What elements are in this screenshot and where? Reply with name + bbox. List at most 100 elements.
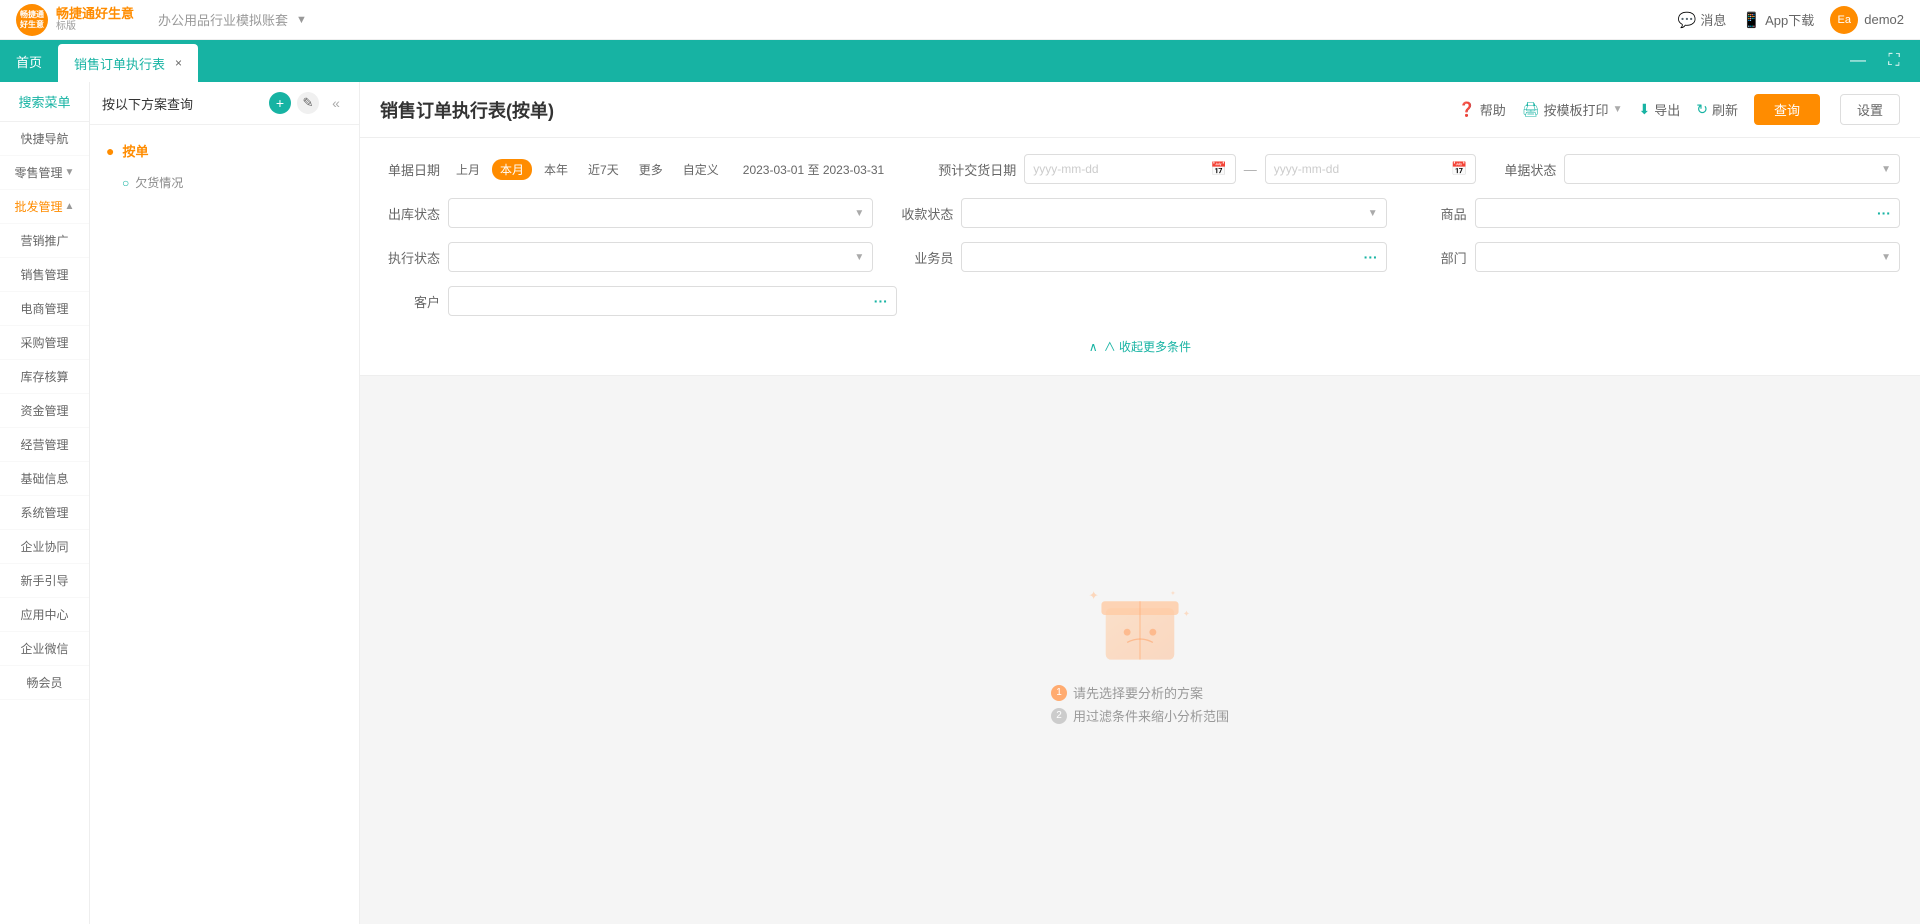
content: 按以下方案查询 + ✎ « ● 按单 ○ 欠货情况 (90, 82, 1920, 924)
right-panel-header: 销售订单执行表(按单) ❓ 帮助 🖨 按模板打印 ▼ ⬇ 导出 (360, 82, 1920, 138)
filter-field-expected-date: 预计交货日期 yyyy-mm-dd 📅 — yyyy-mm-dd 📅 (938, 154, 1476, 184)
wholesale-arrow: ▲ (65, 201, 75, 212)
filter-label-按单: 按单 (122, 141, 148, 160)
collapse-filter-button[interactable]: ∧ ∧ 收起更多条件 (380, 330, 1900, 363)
sidebar-item-wholesale[interactable]: 批发管理 ▲ (0, 190, 89, 224)
sidebar: 搜索菜单 快捷导航 零售管理 ▼ 批发管理 ▲ 营销推广 销售管理 电商管理 采… (0, 82, 90, 924)
svg-text:✦: ✦ (1089, 589, 1099, 603)
filter-row-4: 客户 ··· (380, 286, 1900, 316)
date-opt-上月[interactable]: 上月 (448, 159, 488, 180)
calendar-icon-end[interactable]: 📅 (1451, 161, 1467, 177)
product-label: 商品 (1407, 204, 1467, 223)
date-separator: — (1244, 162, 1257, 177)
product-ellipsis[interactable]: ··· (1877, 205, 1891, 221)
date-label: 单据日期 (380, 160, 440, 179)
filter-field-date: 单据日期 上月 本月 本年 近7天 更多 自定义 2023-03-01 至 20… (380, 159, 918, 180)
sidebar-item-enterprise[interactable]: 企业协同 (0, 530, 89, 564)
filter-item-按单[interactable]: ● 按单 (90, 133, 359, 168)
calendar-icon-start[interactable]: 📅 (1211, 161, 1227, 177)
payment-status-select[interactable]: ▼ (961, 198, 1386, 228)
salesperson-ellipsis[interactable]: ··· (1364, 249, 1378, 265)
step1-text: 请先选择要分析的方案 (1073, 683, 1203, 702)
message-btn[interactable]: 💬 消息 (1678, 10, 1727, 29)
doc-status-select[interactable]: ▼ (1564, 154, 1900, 184)
search-button[interactable]: 查询 (1754, 94, 1820, 125)
tab-sales-order[interactable]: 销售订单执行表 × (58, 44, 198, 82)
active-tab-label: 销售订单执行表 (74, 54, 165, 73)
sidebar-item-ecom[interactable]: 电商管理 (0, 292, 89, 326)
sidebar-item-purchase[interactable]: 采购管理 (0, 326, 89, 360)
help-button[interactable]: ❓ 帮助 (1458, 100, 1505, 119)
print-icon: 🖨 (1522, 101, 1540, 118)
date-opt-自定义[interactable]: 自定义 (675, 159, 727, 180)
filter-sub-欠货情况[interactable]: ○ 欠货情况 (90, 168, 359, 197)
date-range-text: 2023-03-01 至 2023-03-31 (743, 161, 884, 178)
refresh-button[interactable]: ↻ 刷新 (1696, 100, 1738, 119)
date-opt-本年[interactable]: 本年 (536, 159, 576, 180)
add-filter-button[interactable]: + (269, 92, 291, 114)
step1-num: 1 (1051, 685, 1067, 701)
topbar-right: 💬 消息 📱 App下载 Ea demo2 (1678, 6, 1904, 34)
tab-maximize-icon[interactable]: ⛶ (1880, 47, 1908, 75)
step2-num: 2 (1051, 708, 1067, 724)
payment-status-label: 收款状态 (893, 204, 953, 223)
execution-status-select[interactable]: ▼ (448, 242, 873, 272)
date-opt-近7天[interactable]: 近7天 (580, 159, 627, 180)
collapse-panel-button[interactable]: « (325, 92, 347, 114)
date-opt-更多[interactable]: 更多 (631, 159, 671, 180)
sidebar-item-shortcuts[interactable]: 快捷导航 (0, 122, 89, 156)
sidebar-item-sales[interactable]: 销售管理 (0, 258, 89, 292)
expected-date-start[interactable]: yyyy-mm-dd 📅 (1024, 154, 1236, 184)
doc-status-arrow: ▼ (1881, 164, 1891, 175)
sidebar-item-apps[interactable]: 应用中心 (0, 598, 89, 632)
sidebar-item-system[interactable]: 系统管理 (0, 496, 89, 530)
topbar-app-name: 畅捷通好生意 (56, 6, 134, 22)
print-dropdown-icon[interactable]: ▼ (1613, 104, 1623, 115)
expected-date-end[interactable]: yyyy-mm-dd 📅 (1265, 154, 1477, 184)
empty-state: ✦ ✦ ✦ 1 请先选择要分析的方案 2 (1051, 571, 1229, 729)
delivery-status-select[interactable]: ▼ (448, 198, 873, 228)
sidebar-item-finance[interactable]: 资金管理 (0, 394, 89, 428)
svg-text:✦: ✦ (1170, 589, 1176, 597)
breadcrumb-arrow[interactable]: ▼ (296, 14, 307, 26)
left-panel-title: 按以下方案查询 (102, 94, 193, 113)
breadcrumb: 办公用品行业模拟账套 (158, 10, 288, 29)
filter-field-customer: 客户 ··· (380, 286, 897, 316)
customer-ellipsis[interactable]: ··· (874, 293, 888, 309)
tab-home[interactable]: 首页 (0, 40, 58, 82)
sidebar-item-basic[interactable]: 基础信息 (0, 462, 89, 496)
topbar: 畅捷通好生意 畅捷通好生意 标版 办公用品行业模拟账套 ▼ 💬 消息 📱 App… (0, 0, 1920, 40)
filter-field-department: 部门 ▼ (1407, 242, 1900, 272)
tab-minimize-icon[interactable]: — (1844, 47, 1872, 75)
edit-filter-button[interactable]: ✎ (297, 92, 319, 114)
sidebar-search[interactable]: 搜索菜单 (0, 82, 89, 122)
sidebar-item-operations[interactable]: 经营管理 (0, 428, 89, 462)
filter-field-product: 商品 ··· (1407, 198, 1900, 228)
user-menu[interactable]: Ea demo2 (1830, 6, 1904, 34)
tab-close-icon[interactable]: × (175, 56, 182, 70)
product-select[interactable]: ··· (1475, 198, 1900, 228)
tabbar-actions: — ⛶ (1844, 47, 1920, 75)
sidebar-item-newbie[interactable]: 新手引导 (0, 564, 89, 598)
delivery-status-label: 出库状态 (380, 204, 440, 223)
salesperson-select[interactable]: ··· (961, 242, 1386, 272)
page-title: 销售订单执行表(按单) (380, 97, 554, 123)
print-button[interactable]: 🖨 按模板打印 ▼ (1522, 100, 1623, 119)
main-layout: 搜索菜单 快捷导航 零售管理 ▼ 批发管理 ▲ 营销推广 销售管理 电商管理 采… (0, 82, 1920, 924)
date-opt-本月[interactable]: 本月 (492, 159, 532, 180)
customer-select[interactable]: ··· (448, 286, 897, 316)
sidebar-item-inventory[interactable]: 库存核算 (0, 360, 89, 394)
refresh-icon: ↻ (1696, 101, 1708, 118)
setting-button[interactable]: 设置 (1840, 94, 1900, 125)
department-select[interactable]: ▼ (1475, 242, 1900, 272)
sidebar-search-label[interactable]: 搜索菜单 (18, 95, 70, 110)
topbar-subtitle: 标版 (56, 21, 134, 33)
export-button[interactable]: ⬇ 导出 (1638, 100, 1680, 119)
sidebar-item-marketing[interactable]: 营销推广 (0, 224, 89, 258)
filter-row-1: 单据日期 上月 本月 本年 近7天 更多 自定义 2023-03-01 至 20… (380, 154, 1900, 184)
sidebar-item-retail[interactable]: 零售管理 ▼ (0, 156, 89, 190)
left-panel-body: ● 按单 ○ 欠货情况 (90, 125, 359, 924)
app-download-btn[interactable]: 📱 App下载 (1742, 10, 1814, 29)
sidebar-item-wechat[interactable]: 企业微信 (0, 632, 89, 666)
sidebar-item-vip[interactable]: 畅会员 (0, 666, 89, 700)
